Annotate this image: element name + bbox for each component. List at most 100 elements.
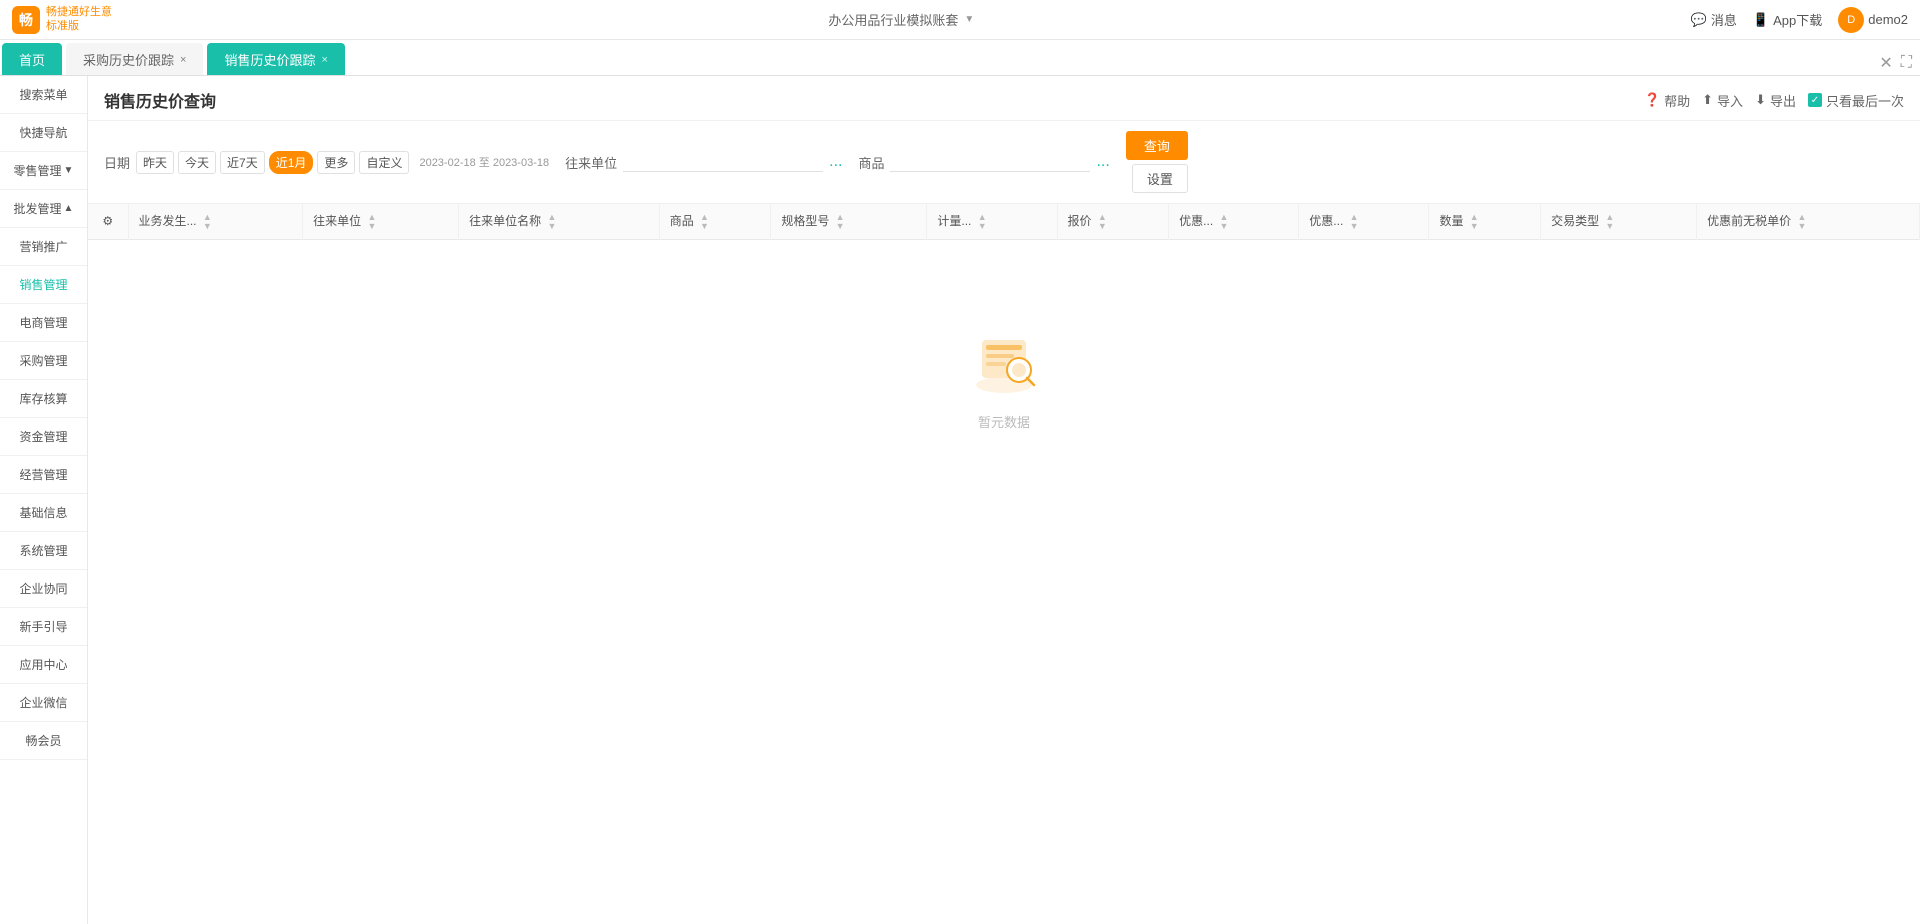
sidebar-item-ops-mgmt[interactable]: 经营管理: [0, 456, 87, 494]
workspace-dropdown-icon: ▼: [964, 14, 974, 25]
logo-text: 畅捷通好生意 标准版: [46, 6, 112, 32]
message-icon: 💬: [1691, 12, 1707, 28]
sidebar-item-quick-nav[interactable]: 快捷导航: [0, 114, 87, 152]
sidebar-item-marketing[interactable]: 营销推广: [0, 228, 87, 266]
sort-icon: ▲▼: [1350, 213, 1359, 231]
partner-lookup-btn[interactable]: ...: [829, 153, 842, 171]
sort-icon: ▲▼: [203, 213, 212, 231]
sort-icon: ▲▼: [367, 213, 376, 231]
sidebar-item-new-guide[interactable]: 新手引导: [0, 608, 87, 646]
import-icon: ⬆: [1702, 92, 1713, 108]
sidebar-item-wholesale-mgmt[interactable]: 批发管理 ▲: [0, 190, 87, 228]
sort-icon: ▲▼: [1605, 213, 1614, 231]
col-partner-code[interactable]: 往来单位 ▲▼: [303, 204, 459, 239]
sidebar-item-basic-info[interactable]: 基础信息: [0, 494, 87, 532]
export-icon: ⬇: [1755, 92, 1766, 108]
col-biz-date[interactable]: 业务发生... ▲▼: [128, 204, 303, 239]
partner-input[interactable]: [623, 152, 823, 172]
main-layout: 搜索菜单 快捷导航 零售管理 ▼ 批发管理 ▲ 营销推广 销售管理 电商管理 采: [0, 76, 1920, 924]
sidebar-item-enterprise-wechat[interactable]: 企业微信: [0, 684, 87, 722]
query-button[interactable]: 查询: [1126, 131, 1188, 160]
sidebar-item-system-mgmt[interactable]: 系统管理: [0, 532, 87, 570]
top-bar: 畅 畅捷通好生意 标准版 办公用品行业模拟账套 ▼ 💬 消息 📱 App下载 D…: [0, 0, 1920, 40]
goods-label: 商品: [858, 153, 884, 172]
tab-bar-actions: ✕ ⛶: [1879, 53, 1920, 75]
page-container: 销售历史价查询 ❓ 帮助 ⬆ 导入 ⬇ 导出 ✓: [88, 76, 1920, 924]
chevron-up-icon: ▲: [64, 203, 74, 214]
top-bar-right: 💬 消息 📱 App下载 D demo2: [1691, 7, 1908, 33]
sidebar-item-sales-mgmt[interactable]: 销售管理: [0, 266, 87, 304]
date-btn-7days[interactable]: 近7天: [220, 151, 265, 174]
page-actions: ❓ 帮助 ⬆ 导入 ⬇ 导出 ✓ 只看最后一次: [1644, 91, 1904, 110]
col-spec[interactable]: 规格型号 ▲▼: [771, 204, 927, 239]
export-btn[interactable]: ⬇ 导出: [1755, 91, 1796, 110]
sidebar-item-enterprise-collab[interactable]: 企业协同: [0, 570, 87, 608]
date-btn-today[interactable]: 今天: [178, 151, 216, 174]
sidebar-item-ecommerce-mgmt[interactable]: 电商管理: [0, 304, 87, 342]
close-sales-history-tab[interactable]: ×: [321, 54, 327, 66]
date-btn-custom[interactable]: 自定义: [359, 151, 409, 174]
table-container: ⚙ 业务发生... ▲▼ 往来单位 ▲▼ 往来单位名称 ▲: [88, 204, 1920, 511]
sidebar-item-finance-mgmt[interactable]: 资金管理: [0, 418, 87, 456]
sort-icon: ▲▼: [836, 213, 845, 231]
chevron-down-icon: ▼: [64, 165, 74, 176]
settings-button[interactable]: 设置: [1132, 164, 1188, 193]
col-unit[interactable]: 计量... ▲▼: [927, 204, 1057, 239]
import-btn[interactable]: ⬆ 导入: [1702, 91, 1743, 110]
goods-lookup-btn[interactable]: ...: [1096, 153, 1109, 171]
only-last-toggle[interactable]: ✓ 只看最后一次: [1808, 91, 1904, 110]
sort-icon: ▲▼: [978, 213, 987, 231]
sidebar-item-inventory[interactable]: 库存核算: [0, 380, 87, 418]
table-settings-col[interactable]: ⚙: [88, 204, 128, 239]
empty-state: 暂元数据: [88, 240, 1920, 511]
sort-icon: ▲▼: [700, 213, 709, 231]
help-btn[interactable]: ❓ 帮助: [1644, 91, 1690, 110]
workspace-selector[interactable]: 办公用品行业模拟账套 ▼: [828, 10, 974, 29]
sidebar-item-purchase-mgmt[interactable]: 采购管理: [0, 342, 87, 380]
message-btn[interactable]: 💬 消息: [1691, 10, 1737, 29]
partner-filter-group: 往来单位 ...: [565, 152, 842, 172]
date-btn-1month[interactable]: 近1月: [269, 151, 314, 174]
date-filter-label: 日期: [104, 153, 130, 172]
empty-icon: [964, 320, 1044, 400]
table-header-row: ⚙ 业务发生... ▲▼ 往来单位 ▲▼ 往来单位名称 ▲: [88, 204, 1920, 239]
sidebar-item-search-menu[interactable]: 搜索菜单: [0, 76, 87, 114]
page-header: 销售历史价查询 ❓ 帮助 ⬆ 导入 ⬇ 导出 ✓: [88, 76, 1920, 121]
table-header: ⚙ 业务发生... ▲▼ 往来单位 ▲▼ 往来单位名称 ▲: [88, 204, 1920, 239]
col-goods[interactable]: 商品 ▲▼: [659, 204, 771, 239]
sidebar-item-app-center[interactable]: 应用中心: [0, 646, 87, 684]
date-range-text: 2023-02-18 至 2023-03-18: [419, 154, 549, 170]
maximize-tab-action-btn[interactable]: ⛶: [1901, 54, 1912, 72]
col-quantity[interactable]: 数量 ▲▼: [1429, 204, 1541, 239]
avatar: D: [1838, 7, 1864, 33]
user-profile-btn[interactable]: D demo2: [1838, 7, 1908, 33]
sidebar-item-member[interactable]: 畅会员: [0, 722, 87, 760]
col-trade-type[interactable]: 交易类型 ▲▼: [1541, 204, 1697, 239]
logo-area: 畅 畅捷通好生意 标准版: [12, 6, 112, 34]
empty-state-text: 暂元数据: [978, 412, 1030, 431]
close-tab-action-btn[interactable]: ✕: [1879, 53, 1892, 73]
tab-sales-history[interactable]: 销售历史价跟踪 ×: [207, 43, 344, 75]
tab-home[interactable]: 首页: [2, 43, 62, 75]
col-discount2[interactable]: 优惠... ▲▼: [1299, 204, 1429, 239]
date-btn-more[interactable]: 更多: [317, 151, 355, 174]
goods-input[interactable]: [890, 152, 1090, 172]
col-discount1[interactable]: 优惠... ▲▼: [1169, 204, 1299, 239]
date-filter-group: 日期 昨天 今天 近7天 近1月 更多 自定义 2023-02-18 至 202…: [104, 151, 549, 174]
sidebar: 搜索菜单 快捷导航 零售管理 ▼ 批发管理 ▲ 营销推广 销售管理 电商管理 采: [0, 76, 88, 924]
tab-bar: 首页 采购历史价跟踪 × 销售历史价跟踪 × ✕ ⛶: [0, 40, 1920, 76]
app-download-btn[interactable]: 📱 App下载: [1753, 10, 1822, 29]
col-pre-tax-price[interactable]: 优惠前无税单价 ▲▼: [1697, 204, 1920, 239]
date-buttons: 昨天 今天 近7天 近1月 更多 自定义: [136, 151, 409, 174]
tab-purchase-history[interactable]: 采购历史价跟踪 ×: [66, 43, 203, 75]
sidebar-item-retail-mgmt[interactable]: 零售管理 ▼: [0, 152, 87, 190]
page-title: 销售历史价查询: [104, 88, 216, 112]
col-partner-name[interactable]: 往来单位名称 ▲▼: [459, 204, 660, 239]
top-bar-left: 畅 畅捷通好生意 标准版: [12, 6, 112, 34]
date-btn-yesterday[interactable]: 昨天: [136, 151, 174, 174]
col-quoted-price[interactable]: 报价 ▲▼: [1057, 204, 1169, 239]
close-purchase-history-tab[interactable]: ×: [180, 54, 186, 66]
sort-icon: ▲▼: [1220, 213, 1229, 231]
results-table: ⚙ 业务发生... ▲▼ 往来单位 ▲▼ 往来单位名称 ▲: [88, 204, 1920, 240]
sort-icon: ▲▼: [1098, 213, 1107, 231]
